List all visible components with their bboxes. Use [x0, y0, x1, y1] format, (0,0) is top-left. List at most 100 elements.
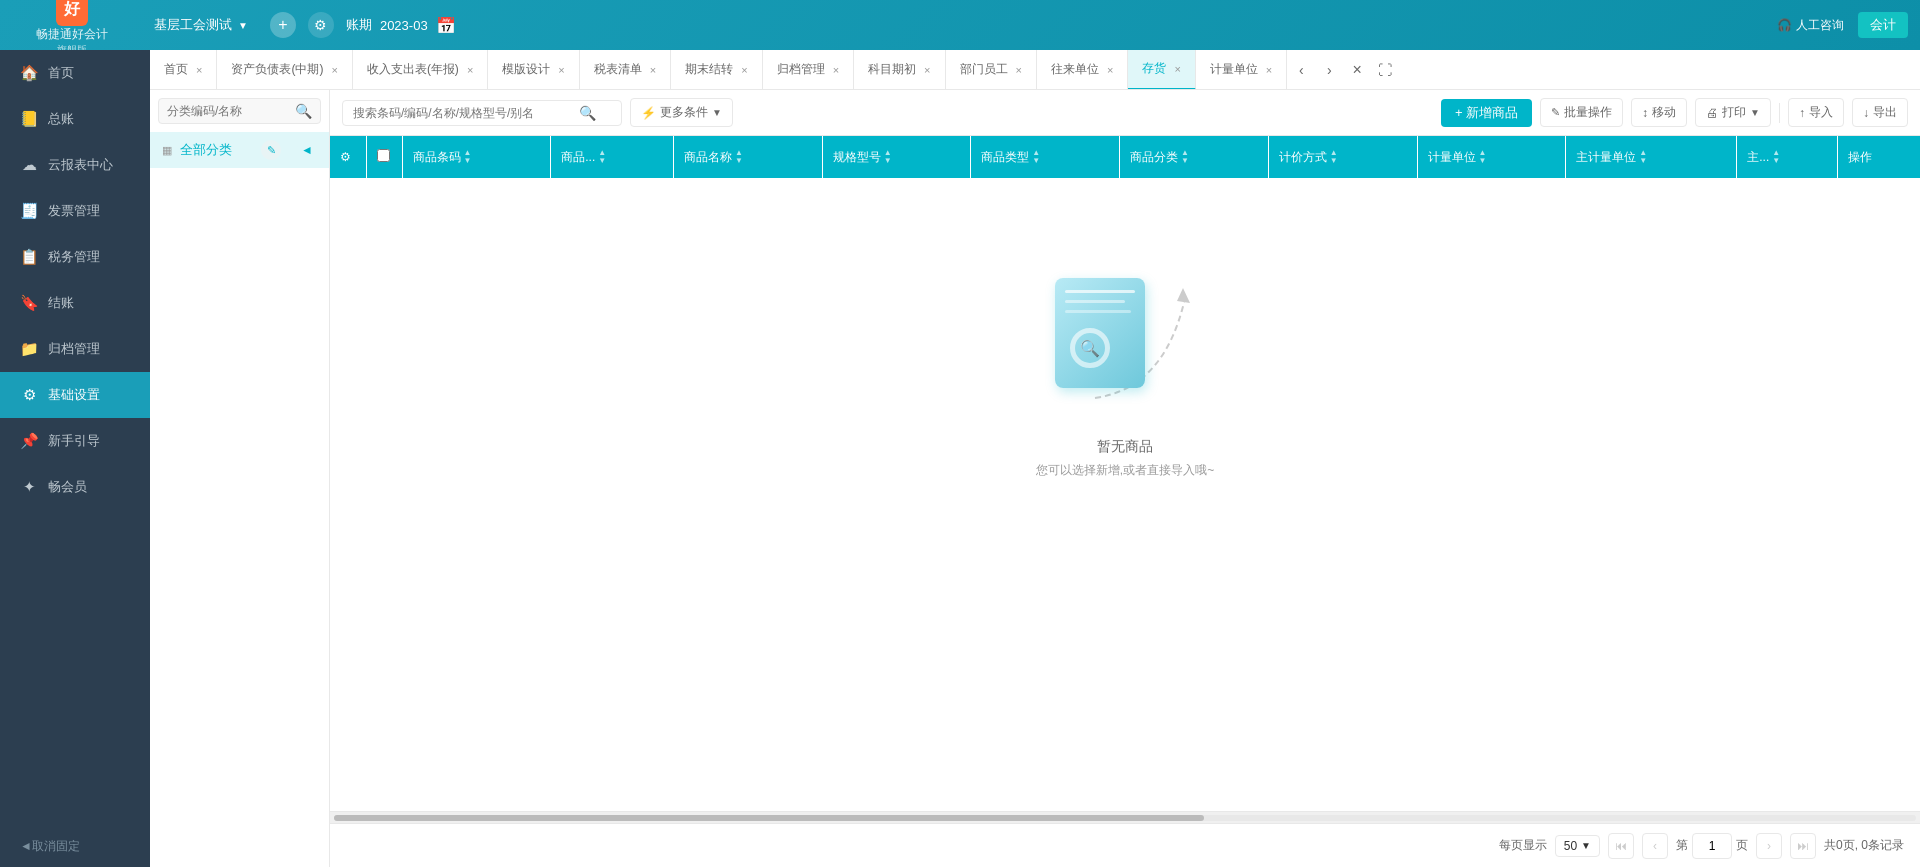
unpin-button[interactable]: ◄取消固定: [0, 826, 150, 867]
next-page-button[interactable]: ›: [1756, 833, 1782, 859]
tab-archive[interactable]: 归档管理 ×: [763, 50, 854, 90]
tab-close-home[interactable]: ×: [196, 64, 202, 76]
batch-operation-button[interactable]: ✎ 批量操作: [1540, 98, 1623, 127]
col-settings[interactable]: ⚙: [330, 136, 366, 178]
tab-income[interactable]: 收入支出表(年报) ×: [353, 50, 488, 90]
first-page-button[interactable]: ⏮: [1608, 833, 1634, 859]
tab-close-subject-init[interactable]: ×: [924, 64, 930, 76]
tab-close-customer[interactable]: ×: [1107, 64, 1113, 76]
sort-main-unit-icon[interactable]: ▲▼: [1639, 149, 1647, 165]
tab-customer[interactable]: 往来单位 ×: [1037, 50, 1128, 90]
sort-type-icon[interactable]: ▲▼: [1032, 149, 1040, 165]
sort-extra-icon[interactable]: ▲▼: [1772, 149, 1780, 165]
tab-close-archive[interactable]: ×: [833, 64, 839, 76]
cat-edit-button[interactable]: ✎: [261, 140, 281, 160]
tab-period-end[interactable]: 期末结转 ×: [671, 50, 762, 90]
sort-price-icon[interactable]: ▲▼: [1330, 149, 1338, 165]
period-info: 账期 2023-03 📅: [346, 16, 456, 35]
company-selector[interactable]: 基层工会测试 ▼: [144, 12, 258, 38]
tab-close-period-end[interactable]: ×: [741, 64, 747, 76]
scrollbar-thumb[interactable]: [334, 815, 1204, 821]
tab-balance[interactable]: 资产负债表(中期) ×: [217, 50, 352, 90]
sidebar-item-tax[interactable]: 📋 税务管理: [0, 234, 150, 280]
select-all-checkbox[interactable]: [377, 149, 390, 162]
tab-unit[interactable]: 计量单位 ×: [1196, 50, 1287, 90]
page-number-input[interactable]: [1692, 833, 1732, 859]
more-filter-button[interactable]: ⚡ 更多条件 ▼: [630, 98, 733, 127]
col-category[interactable]: 商品分类 ▲▼: [1120, 136, 1269, 178]
sort-spec-icon[interactable]: ▲▼: [884, 149, 892, 165]
tab-next-button[interactable]: ›: [1315, 50, 1343, 90]
add-product-button[interactable]: + 新增商品: [1441, 99, 1532, 127]
collapse-button[interactable]: ◄: [297, 140, 317, 160]
import-button[interactable]: ↑ 导入: [1788, 98, 1844, 127]
print-button[interactable]: 🖨 打印 ▼: [1695, 98, 1771, 127]
tab-bar: 首页 × 资产负债表(中期) × 收入支出表(年报) × 模版设计 × 税表清单…: [150, 50, 1920, 90]
category-search-icon[interactable]: 🔍: [295, 103, 312, 119]
col-code[interactable]: 商品... ▲▼: [551, 136, 674, 178]
sidebar-item-home[interactable]: 🏠 首页: [0, 50, 150, 96]
tab-home[interactable]: 首页 ×: [150, 50, 217, 90]
category-search-box[interactable]: 🔍: [158, 98, 321, 124]
product-search-input[interactable]: [353, 106, 573, 120]
tab-close-dept-staff[interactable]: ×: [1016, 64, 1022, 76]
tab-tax-list[interactable]: 税表清单 ×: [580, 50, 671, 90]
product-search-bar[interactable]: 🔍: [342, 100, 622, 126]
col-price-method[interactable]: 计价方式 ▲▼: [1268, 136, 1417, 178]
sort-name-icon[interactable]: ▲▼: [735, 149, 743, 165]
col-barcode[interactable]: 商品条码 ▲▼: [402, 136, 551, 178]
product-table: ⚙ 商品条码 ▲▼: [330, 136, 1920, 178]
col-type[interactable]: 商品类型 ▲▼: [971, 136, 1120, 178]
account-button[interactable]: 会计: [1858, 12, 1908, 38]
col-main-unit[interactable]: 主计量单位 ▲▼: [1566, 136, 1737, 178]
last-page-button[interactable]: ⏭: [1790, 833, 1816, 859]
horizontal-scrollbar[interactable]: [330, 811, 1920, 823]
prev-page-button[interactable]: ‹: [1642, 833, 1668, 859]
col-spec[interactable]: 规格型号 ▲▼: [822, 136, 971, 178]
tab-close-all-button[interactable]: ×: [1343, 50, 1371, 90]
tab-close-income[interactable]: ×: [467, 64, 473, 76]
tab-dept-staff[interactable]: 部门员工 ×: [946, 50, 1037, 90]
calendar-icon[interactable]: 📅: [436, 16, 456, 35]
sidebar-item-archive[interactable]: 📁 归档管理: [0, 326, 150, 372]
sort-barcode-icon[interactable]: ▲▼: [464, 149, 472, 165]
col-extra[interactable]: 主... ▲▼: [1737, 136, 1837, 178]
sort-code-icon[interactable]: ▲▼: [598, 149, 606, 165]
category-search-input[interactable]: [167, 104, 295, 118]
sidebar-item-reports[interactable]: ☁ 云报表中心: [0, 142, 150, 188]
export-button[interactable]: ↓ 导出: [1852, 98, 1908, 127]
tab-close-template[interactable]: ×: [558, 64, 564, 76]
sort-unit-icon[interactable]: ▲▼: [1479, 149, 1487, 165]
move-label: 移动: [1652, 104, 1676, 121]
category-all[interactable]: ▦ 全部分类 ✎ ◄: [150, 132, 329, 168]
tab-subject-init[interactable]: 科目期初 ×: [854, 50, 945, 90]
sidebar-item-guide[interactable]: 📌 新手引导: [0, 418, 150, 464]
sidebar-item-invoice[interactable]: 🧾 发票管理: [0, 188, 150, 234]
tab-template[interactable]: 模版设计 ×: [488, 50, 579, 90]
page-size-select[interactable]: 50 ▼: [1555, 835, 1600, 857]
guide-icon: 📌: [20, 432, 38, 450]
logo-text: 畅捷通好会计: [36, 26, 108, 43]
settings-button[interactable]: ⚙: [308, 12, 334, 38]
sidebar-item-member[interactable]: ✦ 畅会员: [0, 464, 150, 510]
col-unit[interactable]: 计量单位 ▲▼: [1417, 136, 1566, 178]
sidebar-item-ledger[interactable]: 📒 总账: [0, 96, 150, 142]
tab-inventory[interactable]: 存货 ×: [1128, 50, 1195, 90]
move-button[interactable]: ↕ 移动: [1631, 98, 1687, 127]
add-tab-button[interactable]: +: [270, 12, 296, 38]
col-check[interactable]: [366, 136, 402, 178]
tab-expand-button[interactable]: ⛶: [1371, 50, 1399, 90]
sort-category-icon[interactable]: ▲▼: [1181, 149, 1189, 165]
scrollbar-track[interactable]: [334, 815, 1916, 821]
sidebar-item-close[interactable]: 🔖 结账: [0, 280, 150, 326]
sidebar-label-basic: 基础设置: [48, 386, 100, 404]
col-name[interactable]: 商品名称 ▲▼: [673, 136, 822, 178]
tab-close-inventory[interactable]: ×: [1174, 63, 1180, 75]
tab-prev-button[interactable]: ‹: [1287, 50, 1315, 90]
tab-close-tax-list[interactable]: ×: [650, 64, 656, 76]
tab-close-unit[interactable]: ×: [1266, 64, 1272, 76]
tab-close-balance[interactable]: ×: [331, 64, 337, 76]
sidebar-item-basic[interactable]: ⚙ 基础设置: [0, 372, 150, 418]
service-button[interactable]: 🎧 人工咨询: [1769, 13, 1852, 38]
product-search-icon[interactable]: 🔍: [579, 105, 596, 121]
